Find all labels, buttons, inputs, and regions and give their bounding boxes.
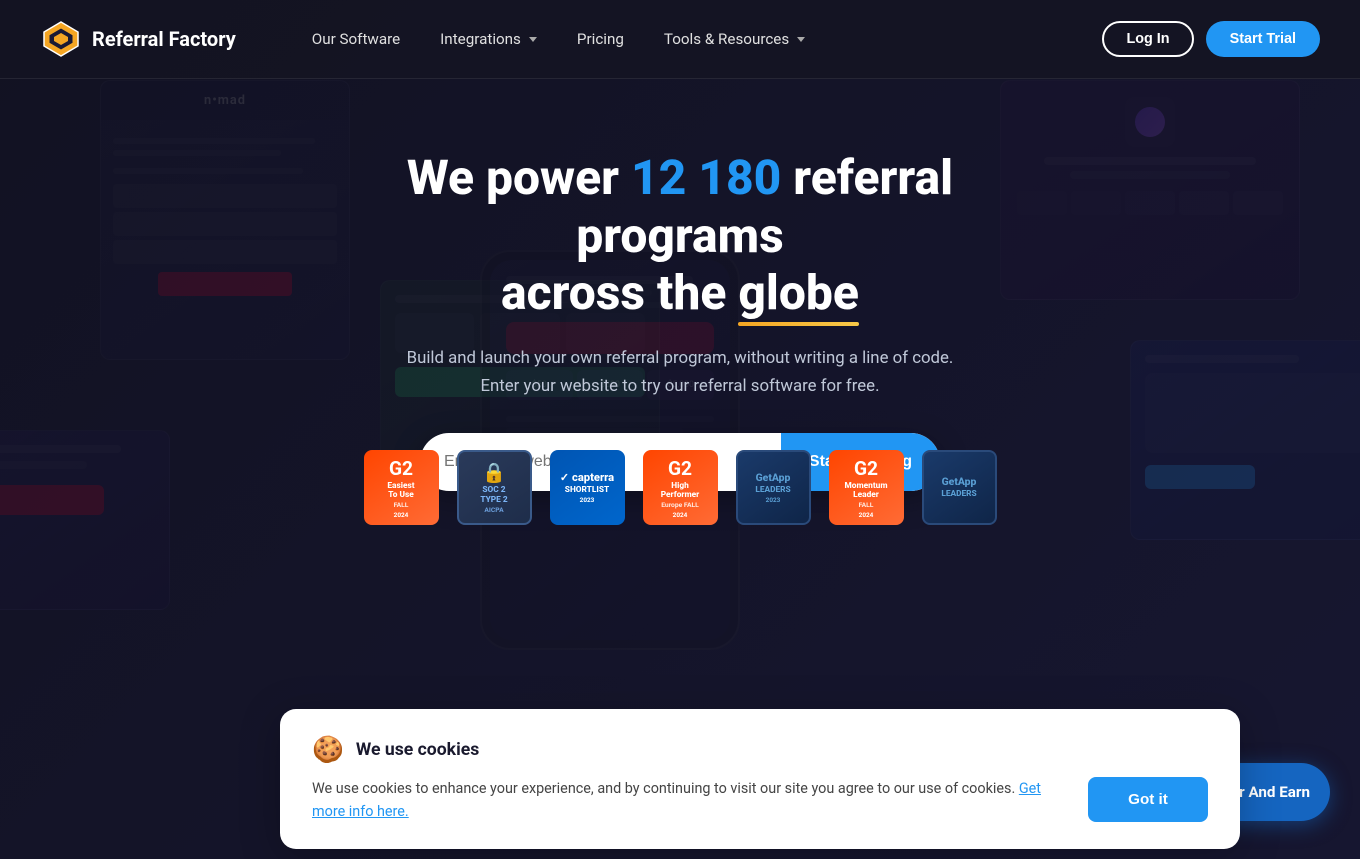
soc2-icon: 🔒 bbox=[482, 461, 506, 484]
logo-link[interactable]: Referral Factory bbox=[40, 18, 236, 60]
momentum-icon: G2 bbox=[854, 457, 878, 480]
badge-getapp: GetApp LEADERS 2023 bbox=[736, 450, 811, 525]
getapp-icon: GetApp bbox=[756, 471, 791, 484]
brand-name: Referral Factory bbox=[92, 27, 236, 51]
nav-tools-resources[interactable]: Tools & Resources bbox=[648, 22, 821, 56]
hero-count: 12 180 bbox=[631, 149, 781, 206]
logo-icon bbox=[40, 18, 82, 60]
cookie-body: We use cookies to enhance your experienc… bbox=[312, 777, 1208, 823]
badge-capterra: ✓ capterra SHORTLIST 2023 bbox=[550, 450, 625, 525]
nav-pricing[interactable]: Pricing bbox=[561, 22, 640, 56]
cookie-text: We use cookies to enhance your experienc… bbox=[312, 777, 1068, 823]
nav-integrations[interactable]: Integrations bbox=[424, 22, 553, 56]
integrations-chevron-icon bbox=[529, 37, 537, 42]
hero-title-prefix: We power bbox=[407, 149, 631, 206]
badge-soc2: 🔒 SOC 2TYPE 2 AICPA bbox=[457, 450, 532, 525]
badge-getapp2: GetApp LEADERS bbox=[922, 450, 997, 525]
tools-chevron-icon bbox=[797, 37, 805, 42]
nav-actions: Log In Start Trial bbox=[1102, 21, 1320, 57]
cookie-banner: 🍪 We use cookies We use cookies to enhan… bbox=[280, 709, 1240, 849]
cookie-icon: 🍪 bbox=[312, 735, 344, 765]
nav-our-software[interactable]: Our Software bbox=[296, 22, 416, 56]
cookie-header: 🍪 We use cookies bbox=[312, 735, 1208, 765]
badge-momentum: G2 MomentumLeader FALL 2024 bbox=[829, 450, 904, 525]
g2-easiest-icon: G2 bbox=[389, 457, 413, 480]
badge-g2-hp: G2 HighPerformer Europe FALL 2024 bbox=[643, 450, 718, 525]
hero-globe: globe bbox=[738, 264, 859, 322]
hero-content: We power 12 180 referral programsacross … bbox=[0, 79, 1360, 491]
g2-hp-icon: G2 bbox=[668, 457, 692, 480]
trial-button[interactable]: Start Trial bbox=[1206, 21, 1320, 57]
cookie-got-it-button[interactable]: Got it bbox=[1088, 777, 1208, 822]
cookie-title: We use cookies bbox=[356, 740, 479, 760]
badge-g2-easiest: G2 EasiestTo Use FALL 2024 bbox=[364, 450, 439, 525]
getapp2-icon: GetApp bbox=[942, 475, 977, 488]
hero-subtitle: Build and launch your own referral progr… bbox=[390, 344, 970, 401]
login-button[interactable]: Log In bbox=[1102, 21, 1193, 57]
nav-links: Our Software Integrations Pricing Tools … bbox=[296, 22, 1103, 56]
badges-row: G2 EasiestTo Use FALL 2024 🔒 SOC 2TYPE 2… bbox=[0, 450, 1360, 525]
capterra-icon: ✓ capterra bbox=[560, 471, 614, 484]
hero-title: We power 12 180 referral programsacross … bbox=[330, 149, 1030, 322]
navbar: Referral Factory Our Software Integratio… bbox=[0, 0, 1360, 79]
